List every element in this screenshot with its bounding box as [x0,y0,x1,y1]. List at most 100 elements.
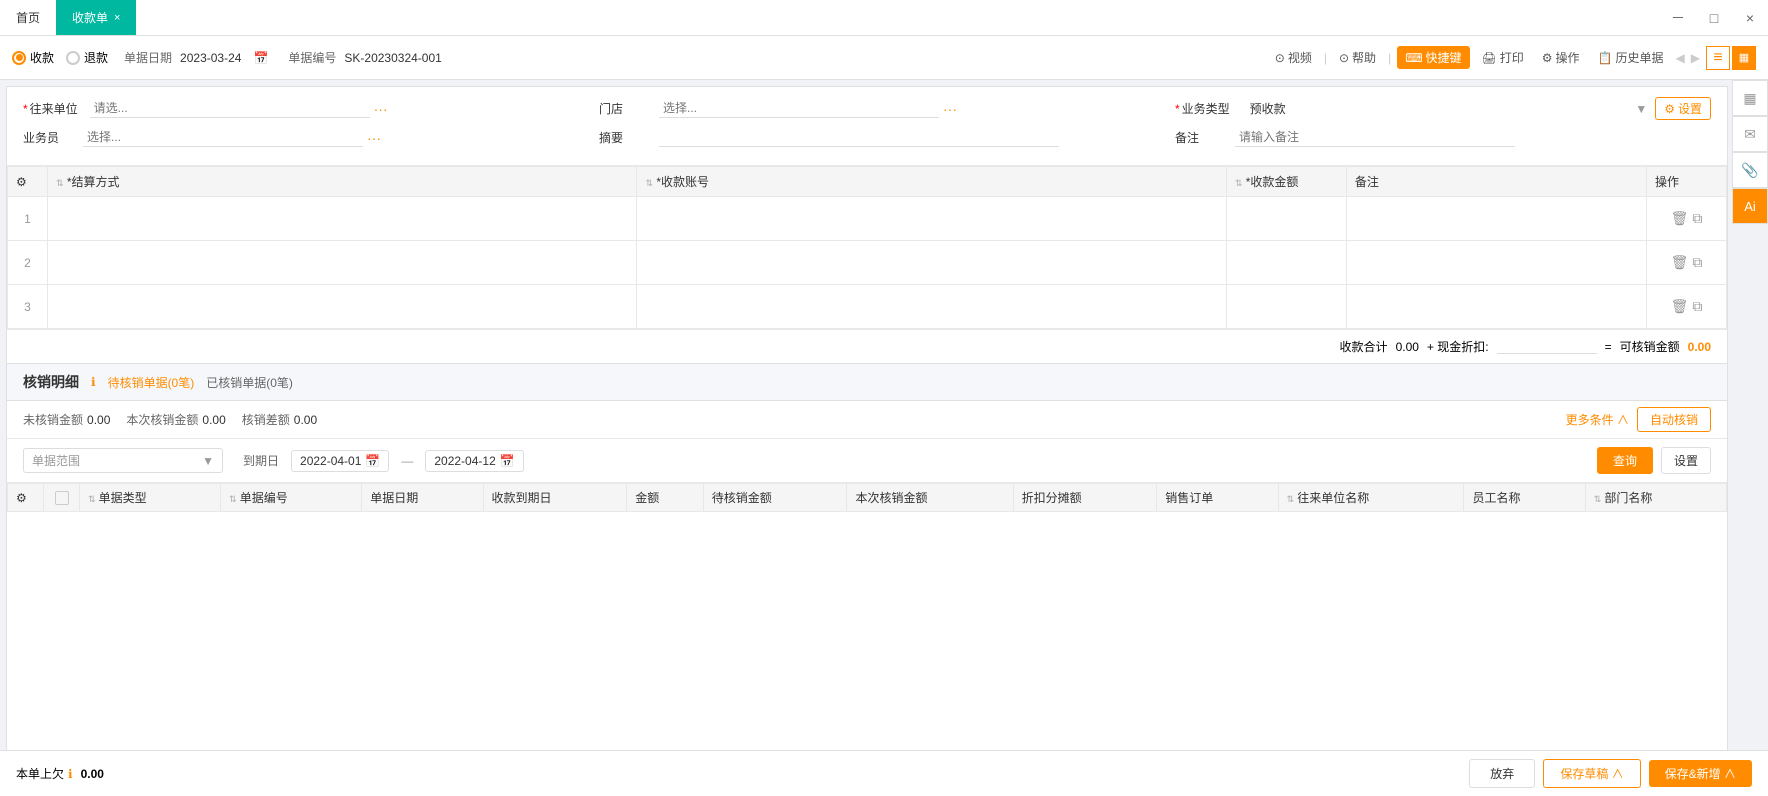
help-btn[interactable]: ⊙ 帮助 [1333,47,1382,68]
settings-btn[interactable]: ⚙ 设置 [1655,97,1711,120]
print-btn[interactable]: 🖨 打印 [1476,47,1530,68]
row-2-remark[interactable] [1346,241,1646,285]
store-more-icon[interactable]: ··· [943,101,957,117]
row-1-settle[interactable] [48,197,637,241]
sidebar-scan-icon[interactable]: Ai [1732,188,1768,224]
save-draft-btn[interactable]: 保存草稿 ∧ [1543,759,1640,788]
tab-done[interactable]: 已核销单据(0笔) [206,374,293,391]
tab-receipt[interactable]: 收款单 × [56,0,136,35]
tab-close-icon[interactable]: × [114,12,120,24]
save-new-label: 保存&新增 ∧ [1665,765,1736,782]
row-2-delete-icon[interactable]: 🗑 [1671,254,1689,271]
row-2-settle[interactable] [48,241,637,285]
store-input[interactable] [659,99,939,118]
row-1-delete-icon[interactable]: 🗑 [1671,210,1689,227]
grid-view-btn[interactable]: ▦ [1732,46,1756,70]
partner-input[interactable] [90,99,370,118]
row-1-account[interactable] [637,197,1226,241]
range-select[interactable]: 单据范围 ▼ [23,448,223,473]
discard-btn[interactable]: 放弃 [1469,759,1535,788]
row-1-amount[interactable] [1226,197,1346,241]
calendar-icon[interactable]: 📅 [253,51,268,65]
unverified-value: 0.00 [87,413,110,427]
row-3-amount[interactable] [1226,285,1346,329]
more-filter-btn[interactable]: 更多条件 ∧ [1566,411,1629,428]
query-btn[interactable]: 查询 [1597,447,1653,474]
row-2-num: 2 [8,241,48,285]
remark-field: 备注 [1175,128,1711,147]
row-2-account[interactable] [637,241,1226,285]
sub-toolbar-right: 更多条件 ∧ 自动核销 [1566,407,1711,432]
row-2-action: 🗑 ⧉ [1647,241,1727,285]
col-gear[interactable]: ⚙ [8,484,44,512]
row-1-copy-icon[interactable]: ⧉ [1692,210,1702,227]
filter-settings-btn[interactable]: 设置 [1661,447,1711,474]
sidebar-mail-icon[interactable]: ✉ [1732,116,1768,152]
auto-writeoff-btn[interactable]: 自动核销 [1637,407,1711,432]
partner-more-icon[interactable]: ··· [374,101,388,117]
col-checkbox[interactable] [44,484,80,512]
help-icon: ⊙ [1339,51,1349,65]
row-3-remark[interactable] [1346,285,1646,329]
bottom-action-bar: 本单上欠 ℹ 0.00 放弃 保存草稿 ∧ 保存&新增 ∧ [0,750,1768,796]
calendar-to-icon: 📅 [500,454,515,468]
maximize-button[interactable]: □ [1696,0,1732,36]
window-controls: － □ × [1660,0,1768,36]
verifiable-value: 0.00 [1688,340,1711,354]
partner-field: * 往来单位 ··· [23,99,559,118]
row-3-num: 3 [8,285,48,329]
writeoff-info-icon[interactable]: ℹ [91,375,96,389]
select-all-checkbox[interactable] [55,491,69,505]
shortcut-btn[interactable]: ⌨ 快捷键 [1397,46,1469,69]
col-due-date: 收款到期日 [483,484,627,512]
date-to-value: 2022-04-12 [434,454,495,468]
range-dropdown-icon: ▼ [202,454,214,468]
sidebar-clip-icon[interactable]: 📎 [1732,152,1768,188]
diff-label: 核销差额 [242,411,290,428]
bottom-table-container: ⚙ ⇅ 单据类型 ⇅ 单据编号 单据日期 [7,483,1727,789]
tab-pending[interactable]: 待核销单据(0笔) [108,374,195,391]
row-2-copy-icon[interactable]: ⧉ [1692,254,1702,271]
col-dept-name: ⇅ 部门名称 [1585,484,1726,512]
salesman-input[interactable] [83,128,363,147]
history-btn[interactable]: 📋 历史单据 [1592,47,1670,68]
date-from-input[interactable]: 2022-04-01 📅 [291,450,389,472]
row-3-action: 🗑 ⧉ [1647,285,1727,329]
summary-input[interactable] [659,128,1059,147]
row-1-remark[interactable] [1346,197,1646,241]
store-field: 门店 ··· [599,99,1135,118]
save-new-btn[interactable]: 保存&新增 ∧ [1649,760,1752,787]
list-view-btn[interactable]: ≡ [1706,46,1730,70]
radio-receipt[interactable]: 收款 [12,49,54,66]
discount-input[interactable] [1497,339,1597,354]
video-btn[interactable]: ⊙ 视频 [1269,47,1318,68]
sidebar-grid-icon[interactable]: ▦ [1732,80,1768,116]
tab-home[interactable]: 首页 [0,0,56,35]
diff-value: 0.00 [294,413,317,427]
info-icon: ℹ [68,767,73,781]
col-this-writeoff: 本次核销金额 [847,484,1013,512]
table-row: 2 🗑 ⧉ [8,241,1727,285]
data-table-section: ⚙ ⇅ *结算方式 ⇅ *收款账号 ⇅ *收款金额 备注 [7,166,1727,329]
unverified-stat: 未核销金额 0.00 [23,411,110,428]
remark-input[interactable] [1235,128,1515,147]
summary-label: 摘要 [599,129,659,146]
row-3-delete-icon[interactable]: 🗑 [1671,298,1689,315]
row-3-copy-icon[interactable]: ⧉ [1692,298,1702,315]
form-row-1: * 往来单位 ··· 门店 ··· * 业务类型 预收款 ▼ ⚙ 设置 [23,97,1711,120]
col-settings[interactable]: ⚙ [8,167,48,197]
row-3-account[interactable] [637,285,1226,329]
date-to-input[interactable]: 2022-04-12 📅 [425,450,523,472]
summary-field: 摘要 [599,128,1135,147]
salesman-more-icon[interactable]: ··· [367,130,381,146]
row-2-amount[interactable] [1226,241,1346,285]
row-3-settle[interactable] [48,285,637,329]
right-sidebar: ▦ ✉ 📎 Ai [1732,80,1768,224]
minimize-button[interactable]: － [1660,0,1696,36]
biz-dropdown-icon[interactable]: ▼ [1635,102,1647,116]
operation-btn[interactable]: ⚙ 操作 [1536,47,1586,68]
bottom-label: 本单上欠 [16,765,64,782]
date-from-value: 2022-04-01 [300,454,361,468]
close-button[interactable]: × [1732,0,1768,36]
radio-refund[interactable]: 退款 [66,49,108,66]
